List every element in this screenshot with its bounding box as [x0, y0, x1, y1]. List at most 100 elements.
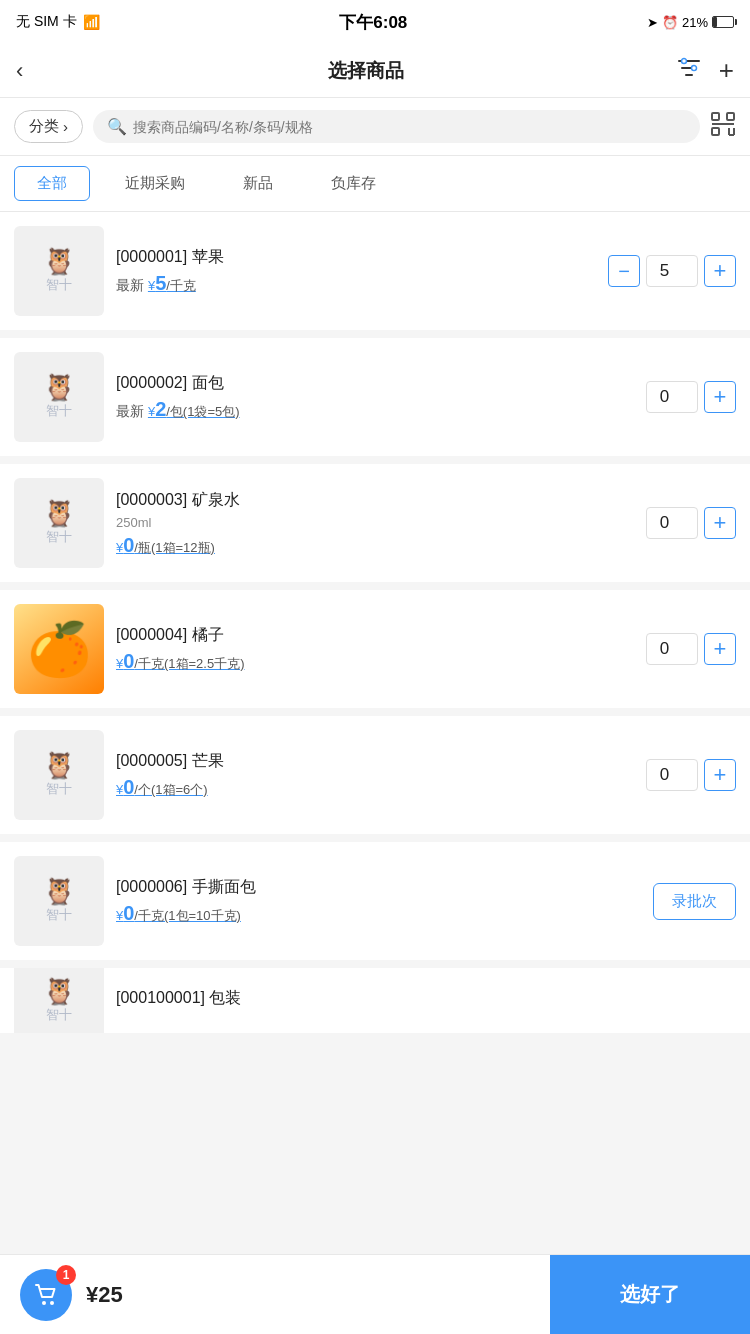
scan-icon[interactable]	[710, 111, 736, 143]
price-underline: ¥5/千克	[148, 277, 196, 293]
nav-bar: ‹ 选择商品 +	[0, 44, 750, 98]
search-input[interactable]	[133, 119, 686, 135]
quantity-control: +	[646, 759, 736, 791]
svg-point-4	[691, 66, 696, 71]
batch-control: 录批次	[653, 883, 736, 920]
price-unit: /千克	[166, 278, 196, 293]
product-price: 最新 ¥2/包(1袋=5包)	[116, 398, 634, 421]
price-amount: 0	[123, 902, 134, 924]
brand-logo-icon: 🦉	[43, 752, 75, 778]
price-underline: ¥0/千克(1包=10千克)	[116, 907, 241, 923]
price-amount: 0	[123, 650, 134, 672]
filter-icon[interactable]	[677, 57, 701, 84]
status-time: 下午6:08	[339, 11, 407, 34]
price-unit: /个(1箱=6个)	[134, 782, 207, 797]
cart-icon	[32, 1281, 60, 1309]
brand-text: 智十	[46, 780, 72, 798]
list-item: 🦉 智十 [0000002] 面包 最新 ¥2/包(1袋=5包) +	[0, 338, 750, 456]
product-name: [0000001] 苹果	[116, 247, 596, 268]
price-unit: /瓶(1箱=12瓶)	[134, 540, 215, 555]
list-item: 🦉 智十 [000100001] 包装	[0, 968, 750, 1033]
brand-text: 智十	[46, 402, 72, 420]
cart-badge: 1	[56, 1265, 76, 1285]
battery-icon	[712, 16, 734, 28]
increase-button[interactable]: +	[704, 507, 736, 539]
tab-recent[interactable]: 近期采购	[102, 166, 208, 201]
price-underline: ¥0/个(1箱=6个)	[116, 781, 208, 797]
cart-total: ¥25	[86, 1282, 123, 1308]
price-amount: 2	[155, 398, 166, 420]
back-button[interactable]: ‹	[16, 58, 56, 84]
product-info: [0000001] 苹果 最新 ¥5/千克	[116, 247, 596, 295]
tab-new[interactable]: 新品	[220, 166, 296, 201]
tab-bar: 全部 近期采购 新品 负库存	[0, 156, 750, 212]
quantity-input[interactable]	[646, 759, 698, 791]
increase-button[interactable]: +	[704, 255, 736, 287]
tab-all[interactable]: 全部	[14, 166, 90, 201]
product-image: 🦉 智十	[14, 968, 104, 1033]
product-image: 🦉 智十	[14, 352, 104, 442]
tab-negative[interactable]: 负库存	[308, 166, 399, 201]
bottom-bar: 1 ¥25 选好了	[0, 1254, 750, 1334]
battery-percent: 21%	[682, 15, 708, 30]
price-unit: /千克(1包=10千克)	[134, 908, 241, 923]
brand-text: 智十	[46, 1006, 72, 1024]
alarm-icon: ⏰	[662, 15, 678, 30]
list-item: 🦉 智十 [0000006] 手撕面包 ¥0/千克(1包=10千克) 录批次	[0, 842, 750, 960]
brand-logo-icon: 🦉	[43, 500, 75, 526]
svg-rect-6	[727, 113, 734, 120]
cart-button[interactable]: 1	[20, 1269, 72, 1321]
svg-point-12	[42, 1301, 46, 1305]
product-info: [0000004] 橘子 ¥0/千克(1箱=2.5千克)	[116, 625, 634, 673]
orange-emoji: 🍊	[27, 619, 92, 680]
brand-logo-icon: 🦉	[43, 878, 75, 904]
status-left: 无 SIM 卡 📶	[16, 13, 100, 31]
product-info: [0000006] 手撕面包 ¥0/千克(1包=10千克)	[116, 877, 641, 925]
increase-button[interactable]: +	[704, 633, 736, 665]
add-button[interactable]: +	[719, 55, 734, 86]
category-button[interactable]: 分类 ›	[14, 110, 83, 143]
confirm-button[interactable]: 选好了	[550, 1255, 750, 1335]
quantity-input[interactable]	[646, 255, 698, 287]
product-price: ¥0/千克(1箱=2.5千克)	[116, 650, 634, 673]
product-name: [0000006] 手撕面包	[116, 877, 641, 898]
product-name: [0000004] 橘子	[116, 625, 634, 646]
price-amount: 0	[123, 776, 134, 798]
location-icon: ➤	[647, 15, 658, 30]
product-name: [0000005] 芒果	[116, 751, 634, 772]
increase-button[interactable]: +	[704, 381, 736, 413]
list-item: 🦉 智十 [0000001] 苹果 最新 ¥5/千克 − +	[0, 212, 750, 330]
svg-rect-7	[712, 128, 719, 135]
status-bar: 无 SIM 卡 📶 下午6:08 ➤ ⏰ 21%	[0, 0, 750, 44]
price-underline: ¥2/包(1袋=5包)	[148, 403, 240, 419]
category-arrow: ›	[63, 118, 68, 135]
batch-button[interactable]: 录批次	[653, 883, 736, 920]
filter-bar: 分类 › 🔍	[0, 98, 750, 156]
product-spec: 250ml	[116, 515, 634, 530]
price-amount: 0	[123, 534, 134, 556]
product-name: [0000003] 矿泉水	[116, 490, 634, 511]
price-label: 最新	[116, 403, 148, 419]
quantity-input[interactable]	[646, 507, 698, 539]
price-underline: ¥0/千克(1箱=2.5千克)	[116, 655, 245, 671]
cart-section: 1 ¥25	[20, 1269, 123, 1321]
product-name: [000100001] 包装	[116, 988, 736, 1009]
increase-button[interactable]: +	[704, 759, 736, 791]
price-label: 最新	[116, 277, 148, 293]
product-info: [0000003] 矿泉水 250ml ¥0/瓶(1箱=12瓶)	[116, 490, 634, 557]
svg-rect-5	[712, 113, 719, 120]
brand-logo-icon: 🦉	[43, 978, 75, 1004]
product-image: 🦉 智十	[14, 226, 104, 316]
product-info: [000100001] 包装	[116, 988, 736, 1013]
product-price: ¥0/千克(1包=10千克)	[116, 902, 641, 925]
quantity-input[interactable]	[646, 381, 698, 413]
list-item: 🍊 [0000004] 橘子 ¥0/千克(1箱=2.5千克) +	[0, 590, 750, 708]
decrease-button[interactable]: −	[608, 255, 640, 287]
product-info: [0000005] 芒果 ¥0/个(1箱=6个)	[116, 751, 634, 799]
quantity-control: +	[646, 507, 736, 539]
search-box: 🔍	[93, 110, 700, 143]
price-unit: /千克(1箱=2.5千克)	[134, 656, 244, 671]
quantity-input[interactable]	[646, 633, 698, 665]
price-unit: /包(1袋=5包)	[166, 404, 239, 419]
wifi-icon: 📶	[83, 14, 100, 30]
